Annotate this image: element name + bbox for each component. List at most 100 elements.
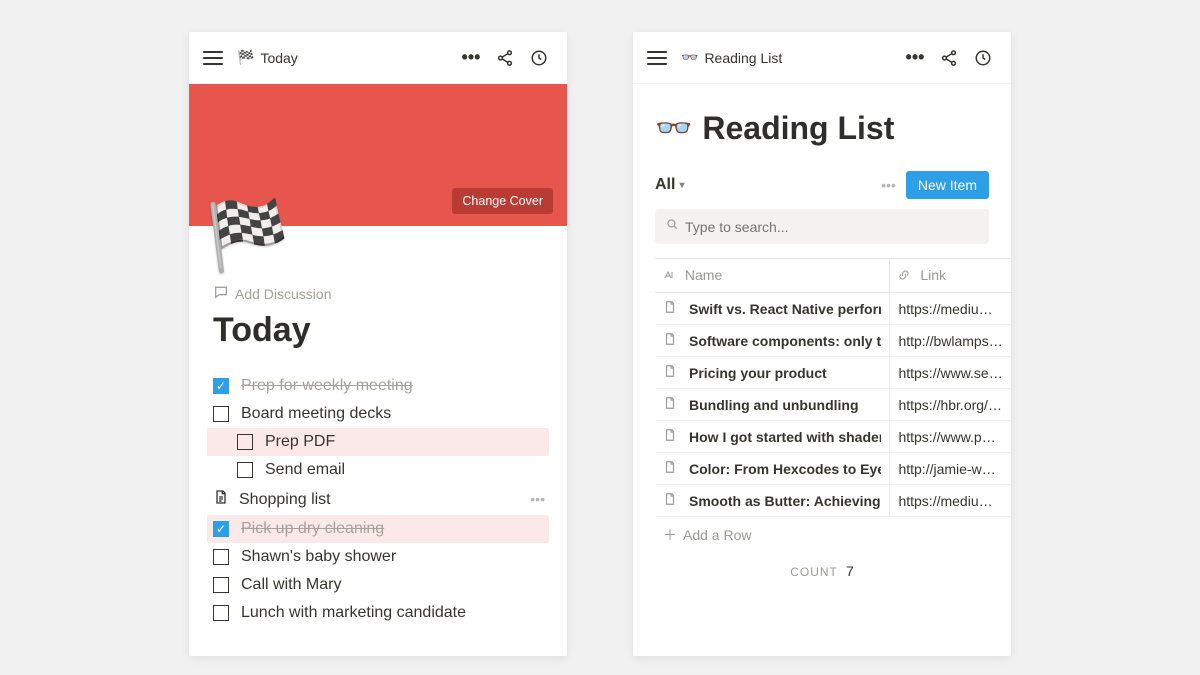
add-row-label: Add a Row: [683, 527, 751, 543]
clock-icon[interactable]: [969, 44, 997, 72]
todo-item[interactable]: Board meeting decks: [207, 400, 549, 428]
page-icon: [663, 396, 677, 413]
page-icon: [663, 460, 677, 477]
db-more-icon[interactable]: [881, 177, 896, 193]
search-input-wrap[interactable]: [655, 209, 989, 244]
share-icon[interactable]: [491, 44, 519, 72]
add-row-button[interactable]: ＋ Add a Row: [655, 517, 989, 553]
plus-icon: ＋: [663, 525, 677, 545]
table-row[interactable]: Bundling and unbundling https://hbr.org/2…: [655, 389, 1011, 421]
column-header-name[interactable]: Name: [655, 259, 890, 293]
row-link: http://bwlampson: [890, 325, 1011, 357]
todo-text: Prep for weekly meeting: [241, 377, 413, 395]
checkbox-icon[interactable]: [237, 462, 253, 478]
row-link: https://medium.co: [890, 485, 1011, 517]
checkbox-icon[interactable]: [213, 577, 229, 593]
todo-item[interactable]: Send email: [207, 456, 549, 484]
breadcrumb-label: Reading List: [704, 50, 782, 66]
checkbox-icon[interactable]: ✓: [213, 521, 229, 537]
cover-image: Change Cover 🏁: [189, 84, 567, 226]
page-title[interactable]: Reading List: [702, 110, 894, 147]
today-card: 🏁 Today Change Cover 🏁 Add Discussion To…: [189, 32, 567, 656]
todo-list: ✓ Prep for weekly meeting Board meeting …: [189, 372, 567, 627]
hamburger-icon[interactable]: [203, 51, 223, 65]
change-cover-button[interactable]: Change Cover: [452, 188, 553, 214]
search-input[interactable]: [685, 219, 979, 235]
table-row[interactable]: Software components: only the giantshttp…: [655, 325, 1011, 357]
database-toolbar: All ▾ New Item: [655, 171, 989, 199]
row-link: https://medium.co: [890, 293, 1011, 325]
page-icon: [663, 428, 677, 445]
glasses-icon: 👓: [681, 49, 698, 66]
row-name: Bundling and unbundling: [689, 397, 859, 413]
checkbox-icon[interactable]: [213, 406, 229, 422]
page-link-row[interactable]: Shopping list: [207, 484, 549, 515]
checkbox-icon[interactable]: ✓: [213, 378, 229, 394]
todo-text: Lunch with marketing candidate: [241, 604, 466, 622]
page-emoji-icon[interactable]: 🏁: [205, 202, 290, 270]
todo-item[interactable]: ✓ Pick up dry cleaning: [207, 515, 549, 543]
table-row[interactable]: Swift vs. React Native performance https:…: [655, 293, 1011, 325]
todo-text: Send email: [265, 461, 345, 479]
page-icon: [663, 492, 677, 509]
row-name: Smooth as Butter: Achieving 60 FPS A: [689, 493, 881, 509]
todo-item[interactable]: ✓ Prep for weekly meeting: [207, 372, 549, 400]
page-title[interactable]: Today: [213, 311, 543, 350]
todo-text: Shawn's baby shower: [241, 548, 396, 566]
chevron-down-icon: ▾: [679, 180, 684, 191]
checkbox-icon[interactable]: [237, 434, 253, 450]
topbar: 👓 Reading List: [633, 32, 1011, 84]
count-value: 7: [846, 563, 854, 579]
todo-text: Pick up dry cleaning: [241, 520, 384, 538]
page-icon: [213, 489, 229, 510]
row-link: http://jamie-wong: [890, 453, 1011, 485]
flag-icon: 🏁: [237, 49, 254, 66]
table-row[interactable]: How I got started with shaders (Non-Shtt…: [655, 421, 1011, 453]
todo-item[interactable]: Lunch with marketing candidate: [207, 599, 549, 627]
add-discussion-button[interactable]: Add Discussion: [213, 284, 543, 303]
reading-list-table: Name Link Swift vs. React Native perform…: [655, 258, 1011, 517]
row-link: https://www.sequ: [890, 357, 1011, 389]
count-label: COUNT: [790, 565, 837, 579]
search-icon: [665, 217, 679, 236]
row-more-icon[interactable]: [530, 491, 545, 509]
chat-icon: [213, 284, 229, 303]
topbar: 🏁 Today: [189, 32, 567, 84]
breadcrumb[interactable]: 👓 Reading List: [681, 49, 782, 66]
page-icon: [663, 300, 677, 317]
hamburger-icon[interactable]: [647, 51, 667, 65]
todo-item[interactable]: Call with Mary: [207, 571, 549, 599]
row-link: https://hbr.org/20: [890, 389, 1011, 421]
row-name: Swift vs. React Native performance: [689, 301, 881, 317]
column-header-link[interactable]: Link: [890, 259, 1011, 293]
reading-list-card: 👓 Reading List 👓 Reading List All ▾ New …: [633, 32, 1011, 656]
checkbox-icon[interactable]: [213, 605, 229, 621]
view-label: All: [655, 176, 675, 194]
table-row[interactable]: Pricing your product https://www.sequ: [655, 357, 1011, 389]
todo-item[interactable]: Prep PDF: [207, 428, 549, 456]
breadcrumb-label: Today: [260, 50, 297, 66]
add-discussion-label: Add Discussion: [235, 286, 332, 302]
text-icon: [663, 268, 679, 284]
view-selector[interactable]: All ▾: [655, 176, 684, 194]
checkbox-icon[interactable]: [213, 549, 229, 565]
more-icon[interactable]: [457, 44, 485, 72]
todo-text: Prep PDF: [265, 433, 335, 451]
share-icon[interactable]: [935, 44, 963, 72]
todo-text: Call with Mary: [241, 576, 341, 594]
breadcrumb[interactable]: 🏁 Today: [237, 49, 298, 66]
row-name: Color: From Hexcodes to Eyeballs: [689, 461, 881, 477]
row-name: How I got started with shaders (Non-S: [689, 429, 881, 445]
row-name: Pricing your product: [689, 365, 827, 381]
more-icon[interactable]: [901, 44, 929, 72]
page-emoji-icon[interactable]: 👓: [655, 111, 692, 146]
todo-item[interactable]: Shawn's baby shower: [207, 543, 549, 571]
table-row[interactable]: Color: From Hexcodes to Eyeballs http://j…: [655, 453, 1011, 485]
page-icon: [663, 332, 677, 349]
clock-icon[interactable]: [525, 44, 553, 72]
todo-text: Board meeting decks: [241, 405, 391, 423]
page-icon: [663, 364, 677, 381]
page-link-label: Shopping list: [239, 491, 331, 509]
new-item-button[interactable]: New Item: [906, 171, 989, 199]
table-row[interactable]: Smooth as Butter: Achieving 60 FPS A http…: [655, 485, 1011, 517]
